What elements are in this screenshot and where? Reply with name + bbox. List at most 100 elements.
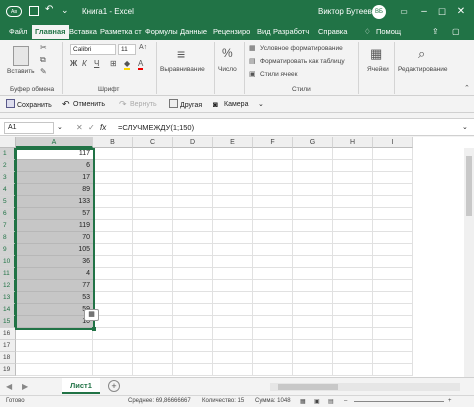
grid-cell[interactable] bbox=[93, 292, 133, 304]
grid-cell[interactable] bbox=[333, 220, 373, 232]
grid-cell[interactable] bbox=[93, 328, 133, 340]
grid-cell[interactable] bbox=[93, 364, 133, 376]
grid-cell[interactable] bbox=[253, 208, 293, 220]
grid-cell[interactable] bbox=[373, 316, 413, 328]
grid-cell[interactable] bbox=[293, 172, 333, 184]
grid-cell[interactable] bbox=[93, 304, 133, 316]
grid-cell[interactable] bbox=[253, 304, 293, 316]
grid-cell[interactable] bbox=[333, 364, 373, 376]
grid-cell[interactable] bbox=[253, 220, 293, 232]
grid-cell[interactable] bbox=[133, 256, 173, 268]
save-button[interactable]: Сохранить bbox=[6, 99, 52, 111]
grid-cell[interactable] bbox=[333, 304, 373, 316]
italic-icon[interactable]: К bbox=[82, 59, 87, 68]
qat-more-icon[interactable]: ⌄ bbox=[61, 5, 69, 16]
collapse-ribbon-icon[interactable]: ⌃ bbox=[464, 84, 470, 92]
formula-input[interactable]: =СЛУЧМЕЖДУ(1;150) bbox=[118, 123, 194, 132]
grid-cell[interactable] bbox=[293, 292, 333, 304]
grid-cell[interactable] bbox=[213, 280, 253, 292]
vertical-scrollbar[interactable] bbox=[464, 148, 474, 377]
grid-cell[interactable] bbox=[293, 148, 333, 160]
grid-cell[interactable] bbox=[293, 328, 333, 340]
minimize-button[interactable]: – bbox=[416, 4, 432, 20]
font-color-icon[interactable]: A bbox=[138, 59, 144, 70]
column-header[interactable]: E bbox=[213, 137, 253, 148]
grid-cell[interactable] bbox=[253, 316, 293, 328]
cell-a18[interactable] bbox=[16, 352, 93, 364]
grid-cell[interactable] bbox=[173, 304, 213, 316]
grid-cell[interactable] bbox=[253, 232, 293, 244]
tab-view[interactable]: Вид bbox=[257, 27, 271, 36]
grid-cell[interactable] bbox=[173, 316, 213, 328]
undo-icon[interactable]: ↶ bbox=[45, 4, 53, 15]
grid-cell[interactable] bbox=[173, 148, 213, 160]
grid-cell[interactable] bbox=[213, 160, 253, 172]
grid-cell[interactable] bbox=[373, 220, 413, 232]
grid-cell[interactable] bbox=[133, 220, 173, 232]
grid-cell[interactable] bbox=[173, 184, 213, 196]
format-painter-icon[interactable]: ✎ bbox=[40, 67, 47, 76]
percent-icon[interactable]: % bbox=[222, 46, 233, 60]
grid-cell[interactable] bbox=[253, 172, 293, 184]
status-sum[interactable]: Сумма: 1048 bbox=[255, 398, 291, 404]
row-header[interactable]: 16 bbox=[0, 328, 16, 340]
tab-home[interactable]: Главная bbox=[32, 25, 69, 39]
cells-button[interactable]: Ячейки bbox=[367, 66, 389, 73]
grid-cell[interactable] bbox=[133, 244, 173, 256]
grid-cell[interactable] bbox=[213, 340, 253, 352]
grid-cell[interactable] bbox=[333, 268, 373, 280]
column-header[interactable]: A bbox=[16, 137, 93, 148]
grid-cell[interactable] bbox=[373, 268, 413, 280]
grid-cell[interactable] bbox=[173, 340, 213, 352]
grid-cell[interactable] bbox=[373, 364, 413, 376]
grid-cell[interactable] bbox=[173, 328, 213, 340]
grid-cell[interactable] bbox=[333, 148, 373, 160]
maximize-button[interactable]: ☐ bbox=[434, 4, 450, 20]
avatar[interactable]: ВБ bbox=[372, 5, 386, 19]
grid-cell[interactable] bbox=[93, 160, 133, 172]
grid-cell[interactable] bbox=[213, 328, 253, 340]
grid-cell[interactable] bbox=[293, 220, 333, 232]
grid-cell[interactable] bbox=[173, 244, 213, 256]
grid-cell[interactable] bbox=[373, 148, 413, 160]
grid-cell[interactable] bbox=[173, 268, 213, 280]
column-header[interactable]: I bbox=[373, 137, 413, 148]
insert-function-icon[interactable]: fx bbox=[100, 123, 106, 132]
grid-cell[interactable] bbox=[133, 196, 173, 208]
grid-cell[interactable] bbox=[293, 280, 333, 292]
row-header[interactable]: 12 bbox=[0, 280, 16, 292]
grid-cell[interactable] bbox=[213, 268, 253, 280]
grid-cell[interactable] bbox=[373, 244, 413, 256]
grid-cell[interactable] bbox=[93, 148, 133, 160]
grid-cell[interactable] bbox=[373, 172, 413, 184]
grid-cell[interactable] bbox=[133, 184, 173, 196]
cell-styles-button[interactable]: Стили ячеек bbox=[260, 71, 298, 78]
grid-cell[interactable] bbox=[133, 208, 173, 220]
camera-button[interactable]: ◙ Камера bbox=[213, 99, 248, 111]
row-header[interactable]: 2 bbox=[0, 160, 16, 172]
grid-cell[interactable] bbox=[213, 292, 253, 304]
status-average[interactable]: Среднее: 69,86666667 bbox=[128, 398, 191, 404]
grid-cell[interactable] bbox=[373, 196, 413, 208]
row-header[interactable]: 8 bbox=[0, 232, 16, 244]
grid-cell[interactable] bbox=[333, 184, 373, 196]
grid-cell[interactable] bbox=[253, 292, 293, 304]
row-header[interactable]: 1 bbox=[0, 148, 16, 160]
grid-cell[interactable] bbox=[133, 364, 173, 376]
grid-cell[interactable] bbox=[93, 340, 133, 352]
grid-cell[interactable] bbox=[333, 328, 373, 340]
grid-cell[interactable] bbox=[133, 172, 173, 184]
grid-cell[interactable] bbox=[213, 232, 253, 244]
column-header[interactable]: C bbox=[133, 137, 173, 148]
page-break-view-icon[interactable]: ▤ bbox=[328, 398, 334, 405]
quick-analysis-icon[interactable]: ▦ bbox=[84, 309, 99, 321]
grid-cell[interactable] bbox=[293, 244, 333, 256]
grid-cell[interactable] bbox=[173, 196, 213, 208]
grid-cell[interactable] bbox=[93, 172, 133, 184]
grid-cell[interactable] bbox=[93, 268, 133, 280]
bold-icon[interactable]: Ж bbox=[70, 59, 77, 68]
row-header[interactable]: 3 bbox=[0, 172, 16, 184]
grid-cell[interactable] bbox=[173, 208, 213, 220]
grid-cell[interactable] bbox=[133, 148, 173, 160]
grid-cell[interactable] bbox=[253, 340, 293, 352]
